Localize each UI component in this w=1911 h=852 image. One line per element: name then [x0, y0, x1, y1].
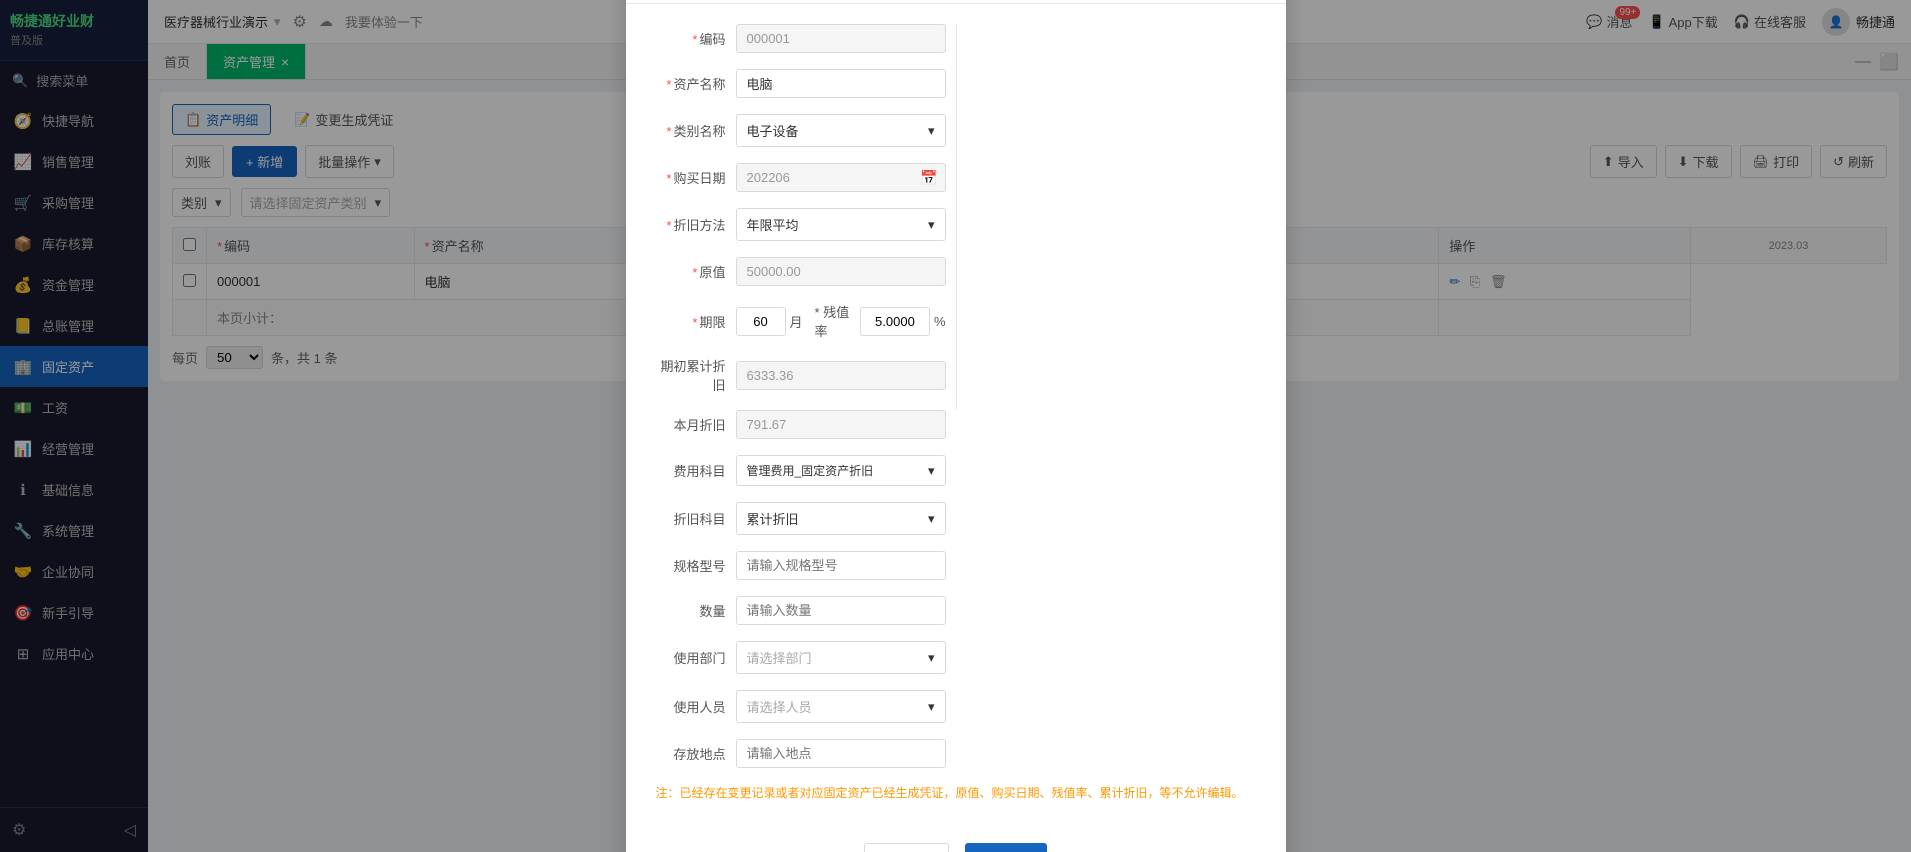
expense-subject-value: 管理费用_固定资产折旧: [747, 462, 874, 479]
location-label: 存放地点: [656, 744, 736, 763]
save-button[interactable]: 保存: [965, 843, 1047, 852]
dept-label: 使用部门: [656, 648, 736, 667]
dept-placeholder: 请选择部门: [747, 648, 812, 667]
form-row-initial-dep: 期初累计折旧: [656, 356, 946, 394]
form-row-code: *编码: [656, 24, 946, 53]
monthly-dep-input: [736, 410, 946, 439]
spec-input[interactable]: [736, 551, 946, 580]
form-row-location: 存放地点: [656, 739, 946, 768]
period-input[interactable]: [736, 307, 786, 336]
form-row-expense-subject: 费用科目 管理费用_固定资产折旧 ▾: [656, 455, 946, 486]
form-row-category: *类别名称 电子设备 ▾: [656, 114, 946, 147]
purchase-date-wrapper: 📅: [736, 163, 946, 192]
form-row-dep-subject: 折旧科目 累计折旧 ▾: [656, 502, 946, 535]
initial-dep-input[interactable]: [736, 361, 946, 390]
category-label: *类别名称: [656, 121, 736, 140]
cancel-button[interactable]: 取消: [864, 843, 948, 852]
user-placeholder: 请选择人员: [747, 697, 812, 716]
asset-name-input[interactable]: [736, 69, 946, 98]
code-label: *编码: [656, 29, 736, 48]
dropdown-icon: ▾: [928, 123, 935, 139]
residual-rate-unit: %: [934, 314, 946, 329]
dep-method-value: 年限平均: [747, 215, 799, 234]
category-select[interactable]: 电子设备 ▾: [736, 114, 946, 147]
form-row-original-value: *原值: [656, 257, 946, 286]
residual-rate-input[interactable]: [860, 307, 930, 336]
dep-subject-value: 累计折旧: [747, 509, 799, 528]
dropdown-icon: ▾: [928, 463, 935, 479]
spec-label: 规格型号: [656, 556, 736, 575]
form-row-dept: 使用部门 请选择部门 ▾: [656, 641, 946, 674]
form-row-asset-name: *资产名称: [656, 69, 946, 98]
dep-subject-label: 折旧科目: [656, 509, 736, 528]
form-row-spec: 规格型号: [656, 551, 946, 580]
dropdown-icon: ▾: [928, 511, 935, 527]
modal-body: *编码 *资产名称 *类别名称: [626, 4, 1286, 831]
form-row-dep-method: *折旧方法 年限平均 ▾: [656, 208, 946, 241]
form-row-purchase-date: *购买日期 📅: [656, 163, 946, 192]
modal-note: 注：已经存在变更记录或者对应固定资产已经生成凭证，原值、购买日期、残值率、累计折…: [646, 784, 1266, 811]
modal-grid: *编码 *资产名称 *类别名称: [646, 24, 1266, 784]
dropdown-icon: ▾: [928, 699, 935, 715]
modal-right-col: 本月折旧 费用科目 管理费用_固定资产折旧 ▾: [646, 410, 956, 784]
dropdown-icon: ▾: [928, 650, 935, 666]
modal-overlay: 编辑固定资产 × *编码 *资产名称: [0, 0, 1911, 852]
initial-dep-label: 期初累计折旧: [656, 356, 736, 394]
period-input-row: 月 * 残值率 %: [736, 302, 946, 340]
period-unit: 月: [790, 312, 803, 331]
quantity-input[interactable]: [736, 596, 946, 625]
form-row-period: *期限 月 * 残值率 %: [656, 302, 946, 340]
user-select[interactable]: 请选择人员 ▾: [736, 690, 946, 723]
form-row-user: 使用人员 请选择人员 ▾: [656, 690, 946, 723]
asset-name-label: *资产名称: [656, 74, 736, 93]
edit-asset-modal: 编辑固定资产 × *编码 *资产名称: [626, 0, 1286, 852]
original-value-label: *原值: [656, 262, 736, 281]
monthly-dep-label: 本月折旧: [656, 415, 736, 434]
original-value-input[interactable]: [736, 257, 946, 286]
expense-subject-label: 费用科目: [656, 461, 736, 480]
form-row-quantity: 数量: [656, 596, 946, 625]
location-input[interactable]: [736, 739, 946, 768]
dep-subject-select[interactable]: 累计折旧 ▾: [736, 502, 946, 535]
modal-left-col: *编码 *资产名称 *类别名称: [646, 24, 956, 410]
note-text: 注：已经存在变更记录或者对应固定资产已经生成凭证，原值、购买日期、残值率、累计折…: [656, 786, 1244, 800]
calendar-icon: 📅: [920, 169, 937, 186]
dep-method-select[interactable]: 年限平均 ▾: [736, 208, 946, 241]
category-value: 电子设备: [747, 121, 799, 140]
period-label: *期限: [656, 312, 736, 331]
modal-footer: 取消 保存: [626, 831, 1286, 852]
user-label: 使用人员: [656, 697, 736, 716]
dep-method-label: *折旧方法: [656, 215, 736, 234]
code-input[interactable]: [736, 24, 946, 53]
modal-divider: [956, 24, 957, 410]
purchase-date-label: *购买日期: [656, 168, 736, 187]
form-row-monthly-dep: 本月折旧: [656, 410, 946, 439]
residual-rate-label: * 残值率: [815, 302, 852, 340]
purchase-date-input[interactable]: [736, 163, 946, 192]
expense-subject-select[interactable]: 管理费用_固定资产折旧 ▾: [736, 455, 946, 486]
dept-select[interactable]: 请选择部门 ▾: [736, 641, 946, 674]
dropdown-icon: ▾: [928, 217, 935, 233]
quantity-label: 数量: [656, 601, 736, 620]
